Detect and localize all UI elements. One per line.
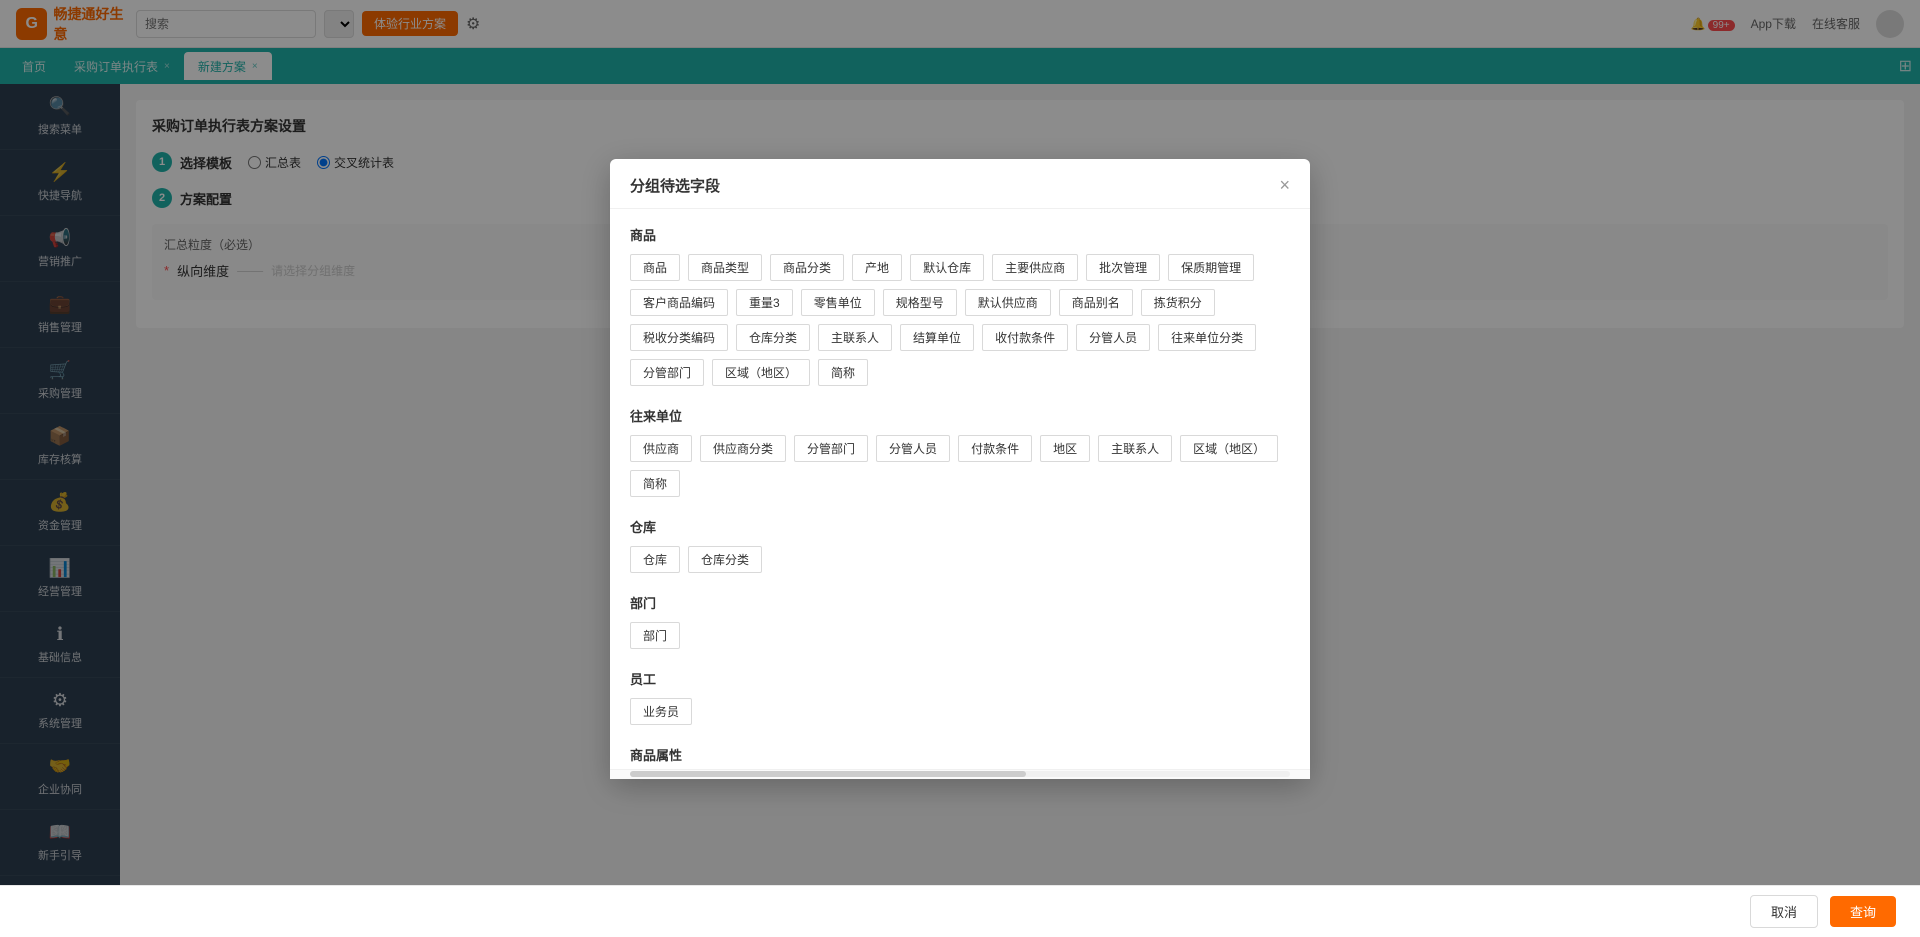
field-tag-0-7[interactable]: 保质期管理 [1168,254,1254,281]
section-label-2: 仓库 [630,517,1290,536]
field-tag-0-3[interactable]: 产地 [852,254,902,281]
field-tag-0-6[interactable]: 批次管理 [1086,254,1160,281]
field-tags-0: 商品商品类型商品分类产地默认仓库主要供应商批次管理保质期管理客户商品编码重量3 零… [630,254,1290,386]
field-tag-0-9[interactable]: 重量3 [736,289,793,316]
field-tag-1-7[interactable]: 区域（地区） [1180,435,1278,462]
modal-body[interactable]: 商品 商品商品类型商品分类产地默认仓库主要供应商批次管理保质期管理客户商品编码重… [610,209,1310,769]
section-label-0: 商品 [630,225,1290,244]
section-2: 仓库 仓库仓库分类 [630,517,1290,573]
field-tag-0-21[interactable]: 往来单位分类 [1158,324,1256,351]
field-tag-0-24[interactable]: 简称 [818,359,868,386]
section-label-5: 商品属性 [630,745,1290,764]
section-label-4: 员工 [630,669,1290,688]
section-label-1: 往来单位 [630,406,1290,425]
section-4: 员工 业务员 [630,669,1290,725]
modal-close-btn[interactable]: × [1279,176,1290,194]
field-tag-1-6[interactable]: 主联系人 [1098,435,1172,462]
field-tags-3: 部门 [630,622,1290,649]
field-tag-0-10[interactable]: 零售单位 [801,289,875,316]
section-3: 部门 部门 [630,593,1290,649]
field-tag-0-2[interactable]: 商品分类 [770,254,844,281]
field-tag-0-5[interactable]: 主要供应商 [992,254,1078,281]
field-tag-4-0[interactable]: 业务员 [630,698,692,725]
section-label-3: 部门 [630,593,1290,612]
field-tag-0-16[interactable]: 仓库分类 [736,324,810,351]
field-tag-1-1[interactable]: 供应商分类 [700,435,786,462]
field-tag-2-1[interactable]: 仓库分类 [688,546,762,573]
field-tag-0-23[interactable]: 区域（地区） [712,359,810,386]
field-tag-0-18[interactable]: 结算单位 [900,324,974,351]
field-tag-0-11[interactable]: 规格型号 [883,289,957,316]
field-tag-0-17[interactable]: 主联系人 [818,324,892,351]
field-tag-0-22[interactable]: 分管部门 [630,359,704,386]
field-tag-1-0[interactable]: 供应商 [630,435,692,462]
cancel-button[interactable]: 取消 [1750,895,1818,928]
field-tag-0-20[interactable]: 分管人员 [1076,324,1150,351]
field-tag-0-13[interactable]: 商品别名 [1059,289,1133,316]
field-tag-1-2[interactable]: 分管部门 [794,435,868,462]
field-tag-0-14[interactable]: 拣货积分 [1141,289,1215,316]
section-5: 商品属性 属性颜色多规格尺码鞋码1 [630,745,1290,769]
field-tag-1-8[interactable]: 简称 [630,470,680,497]
field-tag-0-15[interactable]: 税收分类编码 [630,324,728,351]
modal-header: 分组待选字段 × [610,159,1310,209]
field-tag-1-3[interactable]: 分管人员 [876,435,950,462]
confirm-button[interactable]: 查询 [1830,896,1896,927]
field-tag-2-0[interactable]: 仓库 [630,546,680,573]
field-tag-1-4[interactable]: 付款条件 [958,435,1032,462]
field-tags-1: 供应商供应商分类分管部门分管人员付款条件地区主联系人区域（地区） 简称 [630,435,1290,497]
section-1: 往来单位 供应商供应商分类分管部门分管人员付款条件地区主联系人区域（地区） 简称 [630,406,1290,497]
field-tag-0-1[interactable]: 商品类型 [688,254,762,281]
field-select-modal: 分组待选字段 × 商品 商品商品类型商品分类产地默认仓库主要供应商批次管理保质期… [610,159,1310,779]
field-tag-0-12[interactable]: 默认供应商 [965,289,1051,316]
field-tag-0-8[interactable]: 客户商品编码 [630,289,728,316]
field-tag-0-4[interactable]: 默认仓库 [910,254,984,281]
field-tags-2: 仓库仓库分类 [630,546,1290,573]
field-tag-1-5[interactable]: 地区 [1040,435,1090,462]
modal-overlay: 分组待选字段 × 商品 商品商品类型商品分类产地默认仓库主要供应商批次管理保质期… [0,0,1920,937]
modal-title: 分组待选字段 [630,175,720,196]
field-tag-0-19[interactable]: 收付款条件 [982,324,1068,351]
field-tag-3-0[interactable]: 部门 [630,622,680,649]
modal-hscroll [610,769,1310,779]
field-tag-0-0[interactable]: 商品 [630,254,680,281]
bottom-bar: 取消 查询 [0,885,1920,937]
field-tags-4: 业务员 [630,698,1290,725]
section-0: 商品 商品商品类型商品分类产地默认仓库主要供应商批次管理保质期管理客户商品编码重… [630,225,1290,386]
